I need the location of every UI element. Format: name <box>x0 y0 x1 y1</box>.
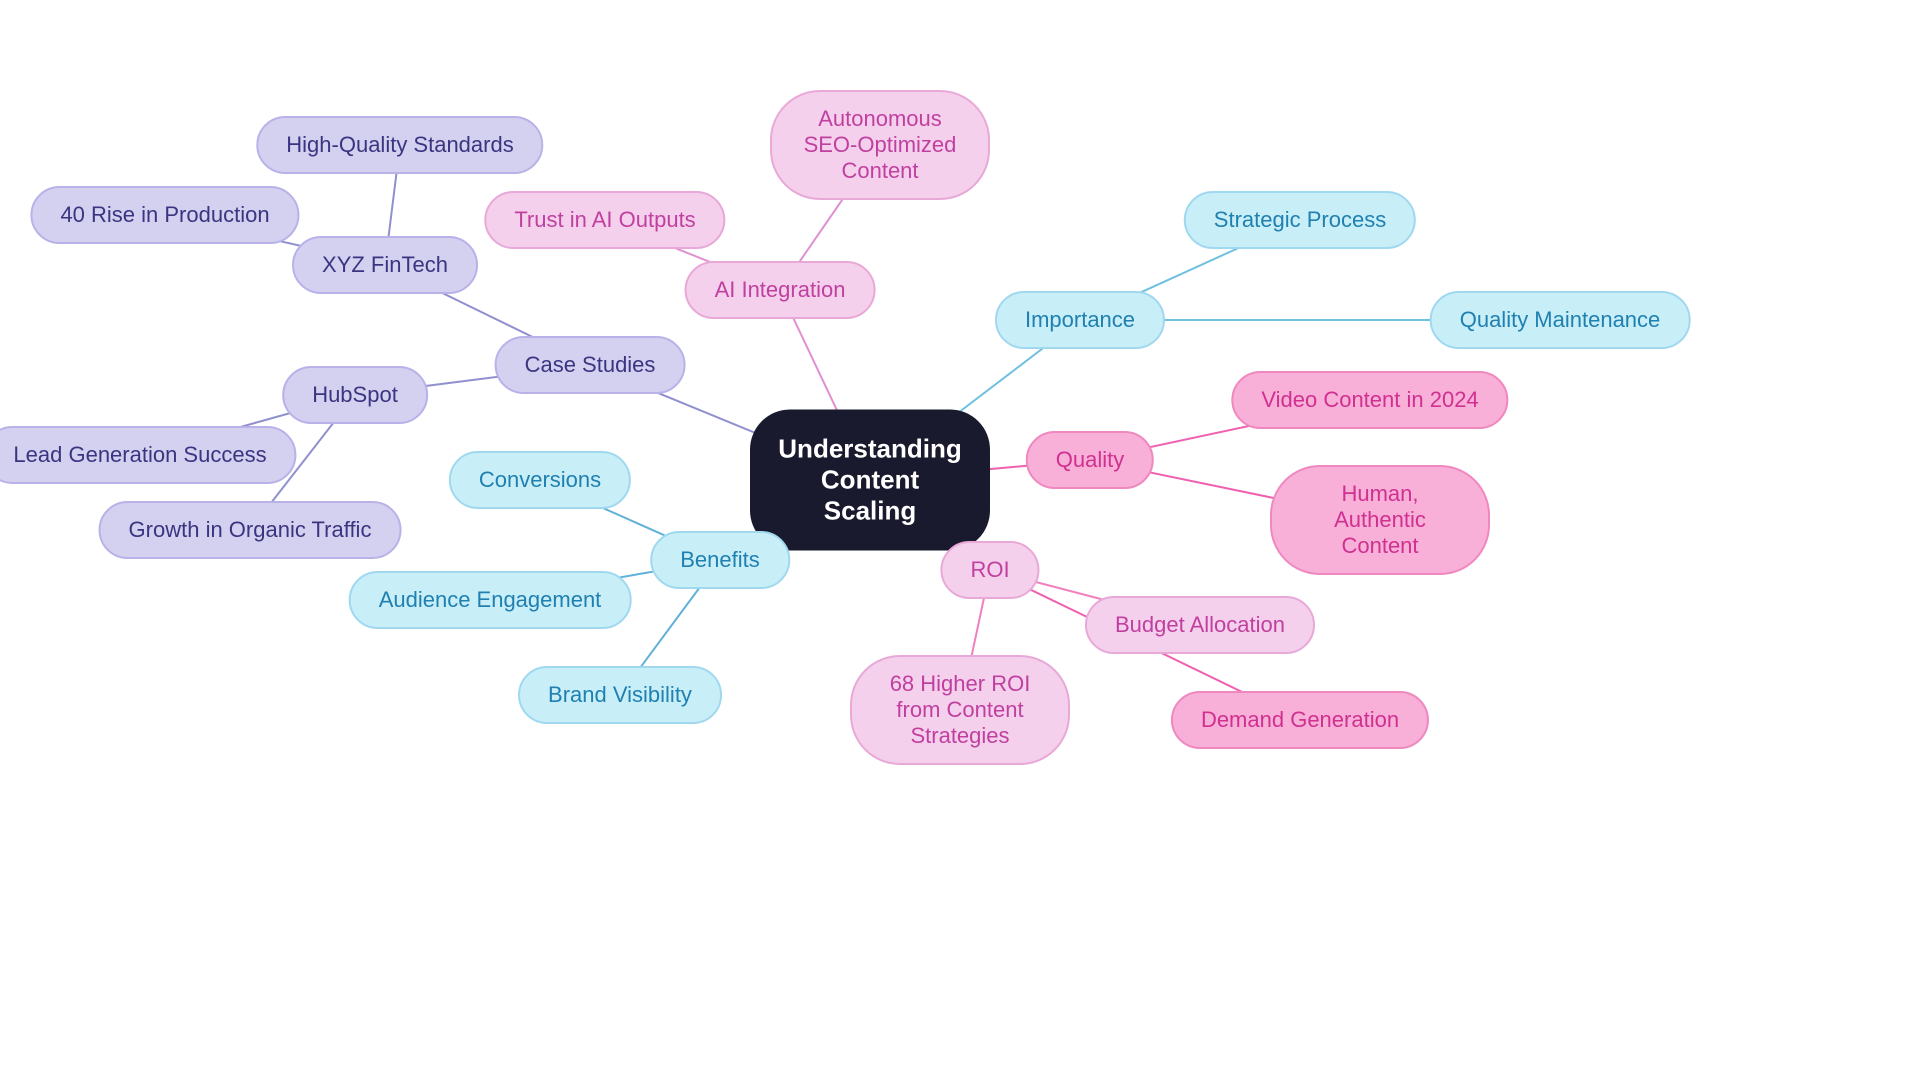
demand-generation-node[interactable]: Demand Generation <box>1171 691 1429 749</box>
center-node[interactable]: Understanding Content Scaling <box>750 410 990 551</box>
mind-map: Understanding Content Scaling AI Integrat… <box>0 0 1920 1083</box>
trust-ai-node[interactable]: Trust in AI Outputs <box>484 191 725 249</box>
case-studies-node[interactable]: Case Studies <box>495 336 686 394</box>
budget-allocation-node[interactable]: Budget Allocation <box>1085 596 1315 654</box>
lead-generation-node[interactable]: Lead Generation Success <box>0 426 297 484</box>
40-rise-node[interactable]: 40 Rise in Production <box>30 186 299 244</box>
human-authentic-node[interactable]: Human, Authentic Content <box>1270 465 1490 575</box>
autonomous-seo-node[interactable]: Autonomous SEO-Optimized Content <box>770 90 990 200</box>
growth-organic-node[interactable]: Growth in Organic Traffic <box>99 501 402 559</box>
audience-engagement-node[interactable]: Audience Engagement <box>349 571 632 629</box>
conversions-node[interactable]: Conversions <box>449 451 631 509</box>
hubspot-node[interactable]: HubSpot <box>282 366 428 424</box>
roi-node[interactable]: ROI <box>940 541 1039 599</box>
ai-integration-node[interactable]: AI Integration <box>685 261 876 319</box>
quality-node[interactable]: Quality <box>1026 431 1154 489</box>
higher-roi-node[interactable]: 68 Higher ROI from Content Strategies <box>850 655 1070 765</box>
strategic-process-node[interactable]: Strategic Process <box>1184 191 1416 249</box>
quality-maintenance-node[interactable]: Quality Maintenance <box>1430 291 1691 349</box>
video-content-node[interactable]: Video Content in 2024 <box>1231 371 1508 429</box>
importance-node[interactable]: Importance <box>995 291 1165 349</box>
xyz-fintech-node[interactable]: XYZ FinTech <box>292 236 478 294</box>
brand-visibility-node[interactable]: Brand Visibility <box>518 666 722 724</box>
high-quality-standards-node[interactable]: High-Quality Standards <box>256 116 543 174</box>
benefits-node[interactable]: Benefits <box>650 531 790 589</box>
